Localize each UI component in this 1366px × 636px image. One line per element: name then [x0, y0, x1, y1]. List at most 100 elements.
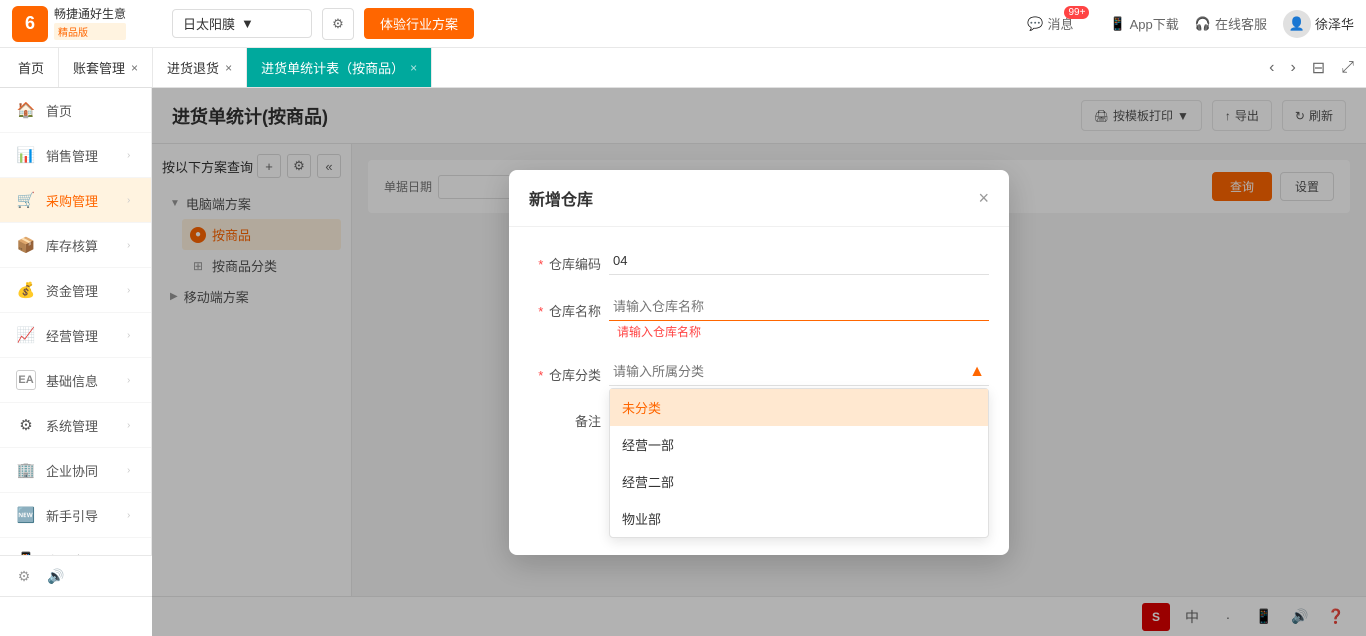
- logo-text: 畅捷通好生意: [54, 7, 126, 23]
- sidebar-item-operations[interactable]: 📈 经营管理 ›: [0, 313, 151, 358]
- tab-prev-icon[interactable]: ‹: [1265, 55, 1278, 81]
- tab-bar: 首页 账套管理 × 进货退货 × 进货单统计表（按商品） × ‹ › ⊟ ⤢: [0, 48, 1366, 88]
- sidebar-finance-label: 资金管理: [46, 281, 98, 300]
- sidebar-system-label: 系统管理: [46, 416, 98, 435]
- sidebar-item-home[interactable]: 🏠 首页: [0, 88, 151, 133]
- modal-title: 新增仓库: [529, 186, 593, 210]
- warehouse-name-input[interactable]: [609, 293, 989, 321]
- category-input[interactable]: [609, 358, 989, 386]
- tab-purchase-stats[interactable]: 进货单统计表（按商品） ×: [247, 48, 432, 87]
- app-logo: 6: [12, 6, 48, 42]
- sidebar-item-inventory[interactable]: 📦 库存核算 ›: [0, 223, 151, 268]
- sidebar-item-basic[interactable]: EA 基础信息 ›: [0, 358, 151, 403]
- sidebar-item-purchase[interactable]: 🛒 采购管理 ›: [0, 178, 151, 223]
- sidebar-purchase-label: 采购管理: [46, 191, 98, 210]
- home-icon: 🏠: [16, 100, 36, 120]
- header-right: 💬 消息 99+ 📱 App下载 🎧 在线客服 👤 徐泽华: [1027, 10, 1354, 38]
- tab-expand-icon[interactable]: ⤢: [1337, 55, 1358, 81]
- category-required-mark: *: [538, 368, 543, 383]
- warehouse-code-input[interactable]: [609, 247, 989, 275]
- sidebar-item-guide[interactable]: 🆕 新手引导 ›: [0, 493, 151, 538]
- dropdown-toggle-icon[interactable]: ▲: [969, 363, 985, 381]
- tab-account-label: 账套管理: [73, 58, 125, 77]
- message-icon: 💬: [1027, 16, 1043, 32]
- store-name: 日太阳膜: [183, 14, 235, 33]
- online-service-button[interactable]: 🎧 在线客服: [1195, 14, 1267, 33]
- sidebar-operations-label: 经营管理: [46, 326, 98, 345]
- modal-overlay: 新增仓库 × * 仓库编码: [152, 88, 1366, 636]
- sidebar-footer: ⚙ 🔊: [0, 555, 152, 596]
- name-field-row: * 仓库名称 请输入仓库名称: [529, 293, 989, 340]
- tab-purchase-stats-label: 进货单统计表（按商品）: [261, 58, 404, 77]
- guide-icon: 🆕: [16, 505, 36, 525]
- chevron-down-icon: ▼: [241, 16, 254, 31]
- chevron-right-icon-5: ›: [127, 330, 135, 341]
- user-info[interactable]: 👤 徐泽华: [1283, 10, 1354, 38]
- app-download-button[interactable]: 📱 App下载: [1109, 14, 1178, 33]
- modal-close-button[interactable]: ×: [978, 189, 989, 207]
- category-label: * 仓库分类: [529, 358, 609, 384]
- tab-return-close[interactable]: ×: [225, 61, 232, 75]
- chevron-right-icon: ›: [127, 150, 135, 161]
- logo-area: 6 畅捷通好生意 精品版: [12, 6, 162, 42]
- tab-account[interactable]: 账套管理 ×: [59, 48, 153, 87]
- operations-icon: 📈: [16, 325, 36, 345]
- sidebar: 🏠 首页 📊 销售管理 › 🛒 采购管理 › 📦 库存核算 › 💰 资金管理 ›…: [0, 88, 152, 636]
- category-input-wrap: ▲ 未分类 经营一部 经营二部 物业部: [609, 358, 989, 386]
- inventory-icon: 📦: [16, 235, 36, 255]
- content-area: 进货单统计(按商品) 🖨 按模板打印 ▼ ↑ 导出 ↻ 刷新: [152, 88, 1366, 636]
- dropdown-item-1[interactable]: 经营一部: [610, 426, 988, 463]
- enterprise-icon: 🏢: [16, 460, 36, 480]
- settings-footer-icon[interactable]: ⚙: [12, 564, 36, 588]
- name-error-tip: 请输入仓库名称: [529, 323, 701, 340]
- tab-controls: ‹ › ⊟ ⤢: [1265, 54, 1366, 82]
- tab-purchase-stats-close[interactable]: ×: [410, 61, 417, 75]
- sidebar-item-sales[interactable]: 📊 销售管理 ›: [0, 133, 151, 178]
- sidebar-item-enterprise[interactable]: 🏢 企业协同 ›: [0, 448, 151, 493]
- sidebar-basic-label: 基础信息: [46, 371, 98, 390]
- tab-return[interactable]: 进货退货 ×: [153, 48, 247, 87]
- finance-icon: 💰: [16, 280, 36, 300]
- trial-button[interactable]: 体验行业方案: [364, 8, 474, 39]
- code-field-row: * 仓库编码: [529, 247, 989, 275]
- sidebar-item-system[interactable]: ⚙ 系统管理 ›: [0, 403, 151, 448]
- dropdown-item-0[interactable]: 未分类: [610, 389, 988, 426]
- sidebar-item-finance[interactable]: 💰 资金管理 ›: [0, 268, 151, 313]
- name-required-mark: *: [538, 304, 543, 319]
- sidebar-guide-label: 新手引导: [46, 506, 98, 525]
- chevron-right-icon-2: ›: [127, 195, 135, 206]
- sidebar-inventory-label: 库存核算: [46, 236, 98, 255]
- chevron-right-icon-9: ›: [127, 510, 135, 521]
- user-avatar: 👤: [1283, 10, 1311, 38]
- dropdown-item-2[interactable]: 经营二部: [610, 463, 988, 500]
- main-layout: 🏠 首页 📊 销售管理 › 🛒 采购管理 › 📦 库存核算 › 💰 资金管理 ›…: [0, 88, 1366, 636]
- gear-icon: ⚙: [332, 16, 344, 32]
- messages-button[interactable]: 💬 消息 99+: [1027, 14, 1073, 33]
- speaker-icon[interactable]: 🔊: [44, 564, 68, 588]
- tab-menu-icon[interactable]: ⊟: [1308, 54, 1329, 82]
- store-selector[interactable]: 日太阳膜 ▼: [172, 9, 312, 38]
- category-dropdown-list: 未分类 经营一部 经营二部 物业部: [609, 388, 989, 538]
- chevron-right-icon-6: ›: [127, 375, 135, 386]
- sidebar-sales-label: 销售管理: [46, 146, 98, 165]
- chevron-right-icon-4: ›: [127, 285, 135, 296]
- modal-header: 新增仓库 ×: [509, 170, 1009, 227]
- dropdown-item-3[interactable]: 物业部: [610, 500, 988, 537]
- category-field-row: * 仓库分类 ▲ 未分类 经营一部 经营二部 物业部: [529, 358, 989, 386]
- basic-icon: EA: [16, 370, 36, 390]
- chevron-right-icon-3: ›: [127, 240, 135, 251]
- add-warehouse-modal: 新增仓库 × * 仓库编码: [509, 170, 1009, 555]
- tab-account-close[interactable]: ×: [131, 61, 138, 75]
- logo-badge: 精品版: [54, 23, 126, 40]
- username: 徐泽华: [1315, 14, 1354, 33]
- code-label: * 仓库编码: [529, 247, 609, 273]
- sidebar-enterprise-label: 企业协同: [46, 461, 98, 480]
- sidebar-home-label: 首页: [46, 101, 72, 120]
- settings-button[interactable]: ⚙: [322, 8, 354, 40]
- tab-next-icon[interactable]: ›: [1286, 55, 1299, 81]
- tab-return-label: 进货退货: [167, 58, 219, 77]
- system-icon: ⚙: [16, 415, 36, 435]
- tab-home[interactable]: 首页: [4, 48, 59, 87]
- purchase-icon: 🛒: [16, 190, 36, 210]
- modal-body: * 仓库编码 * 仓库名称: [509, 227, 1009, 492]
